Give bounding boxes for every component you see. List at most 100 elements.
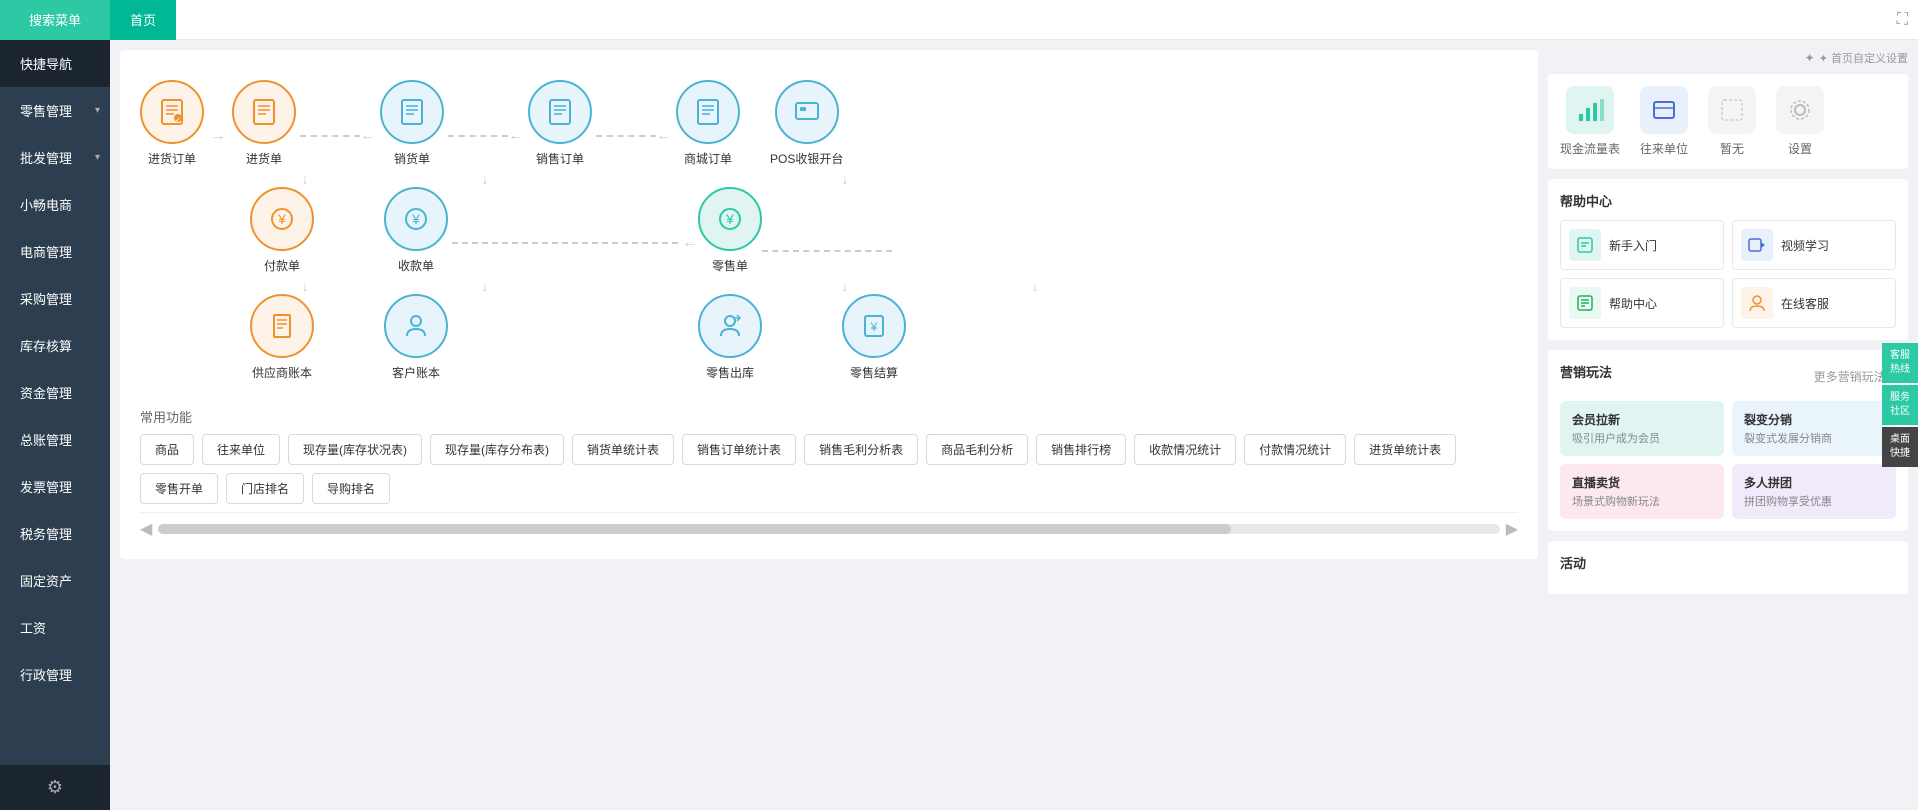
func-btn-goods[interactable]: 商品 xyxy=(140,434,194,465)
sidebar-settings-button[interactable]: ⚙ xyxy=(0,765,110,810)
func-btn-sales-stats[interactable]: 销货单统计表 xyxy=(572,434,674,465)
sidebar-item-quicknav[interactable]: 快捷导航 xyxy=(0,40,110,87)
node-retail[interactable]: ¥ 零售单 xyxy=(698,187,762,274)
quick-icon-cashflow[interactable]: 现金流量表 xyxy=(1560,86,1620,157)
activity-card: 活动 xyxy=(1548,541,1908,594)
marketing-item-fission[interactable]: 裂变分销 裂变式发展分销商 xyxy=(1732,401,1896,456)
sidebar-label-payroll: 工资 xyxy=(20,618,46,637)
sidebar-item-tax[interactable]: 税务管理 xyxy=(0,510,110,557)
marketing-desc-live: 场景式购物新玩法 xyxy=(1572,493,1712,509)
func-btn-store-rank[interactable]: 门店排名 xyxy=(226,473,304,504)
node-purchase-order[interactable]: ✓ 进货订单 xyxy=(140,80,204,167)
marketing-desc-groupbuy: 拼团购物享受优惠 xyxy=(1744,493,1884,509)
scroll-right-btn[interactable]: ▶ xyxy=(1506,519,1518,539)
quick-icon-settings[interactable]: 设置 xyxy=(1776,86,1824,157)
node-circle-mall-order xyxy=(676,80,740,144)
node-stock-in[interactable]: 进货单 xyxy=(232,80,296,167)
node-payment[interactable]: ¥ 付款单 xyxy=(250,187,314,274)
node-supplier-ledger[interactable]: 供应商账本 xyxy=(250,294,314,381)
quick-icon-label-partners: 往来单位 xyxy=(1640,140,1688,157)
func-btn-stock-dist[interactable]: 现存量(库存分布表) xyxy=(430,434,564,465)
quick-icon-partners[interactable]: 往来单位 xyxy=(1640,86,1688,157)
help-icon-helpcenter xyxy=(1569,287,1601,319)
scroll-bar: ◀ ▶ xyxy=(140,512,1518,539)
marketing-item-live[interactable]: 直播卖货 场景式购物新玩法 xyxy=(1560,464,1724,519)
quick-icon-none[interactable]: 暂无 xyxy=(1708,86,1756,157)
customize-header[interactable]: ✦ ✦ 首页自定义设置 xyxy=(1548,50,1908,66)
node-mall-order[interactable]: 商城订单 xyxy=(676,80,740,167)
quick-icon-label-none: 暂无 xyxy=(1720,140,1744,157)
node-circle-retail-settlement: ¥ xyxy=(842,294,906,358)
node-retail-settlement[interactable]: ¥ 零售结算 xyxy=(842,294,906,381)
func-btn-receipt-stats[interactable]: 收款情况统计 xyxy=(1134,434,1236,465)
marketing-title: 营销玩法 xyxy=(1560,362,1612,381)
func-btn-payment-stats[interactable]: 付款情况统计 xyxy=(1244,434,1346,465)
sidebar-item-purchase[interactable]: 采购管理 xyxy=(0,275,110,322)
node-sales[interactable]: 销货单 xyxy=(380,80,444,167)
help-label-onlineservice: 在线客服 xyxy=(1781,295,1829,312)
sidebar-item-admin[interactable]: 行政管理 xyxy=(0,651,110,698)
node-receipt[interactable]: ¥ 收款单 xyxy=(384,187,448,274)
func-btn-partners[interactable]: 往来单位 xyxy=(202,434,280,465)
float-btn-desktop[interactable]: 桌面快捷 xyxy=(1882,427,1918,467)
node-circle-payment: ¥ xyxy=(250,187,314,251)
node-circle-retail-outbound xyxy=(698,294,762,358)
sidebar-item-retail[interactable]: 零售管理 ▾ xyxy=(0,87,110,134)
node-label-retail: 零售单 xyxy=(712,257,748,274)
help-item-onlineservice[interactable]: 在线客服 xyxy=(1732,278,1896,328)
func-btn-order-stats[interactable]: 销售订单统计表 xyxy=(682,434,796,465)
marketing-title-member: 会员拉新 xyxy=(1572,411,1712,428)
func-btn-retail-order[interactable]: 零售开单 xyxy=(140,473,218,504)
node-pos[interactable]: POS收银开台 xyxy=(770,80,843,167)
sidebar-bottom: ⚙ xyxy=(0,765,110,810)
func-btn-sales-rank[interactable]: 销售排行榜 xyxy=(1036,434,1126,465)
arrow-icon-wholesale: ▾ xyxy=(95,152,100,163)
sidebar-item-inventory[interactable]: 库存核算 xyxy=(0,322,110,369)
float-btn-service[interactable]: 客服热线 xyxy=(1882,343,1918,383)
func-btn-guide-rank[interactable]: 导购排名 xyxy=(312,473,390,504)
node-sales-order[interactable]: 销售订单 xyxy=(528,80,592,167)
scroll-track[interactable] xyxy=(158,524,1499,534)
sidebar-item-xiaochang[interactable]: 小畅电商 xyxy=(0,181,110,228)
quick-icon-label-settings: 设置 xyxy=(1788,140,1812,157)
func-btn-gross-margin[interactable]: 销售毛利分析表 xyxy=(804,434,918,465)
help-item-helpcenter[interactable]: 帮助中心 xyxy=(1560,278,1724,328)
marketing-item-member[interactable]: 会员拉新 吸引用户成为会员 xyxy=(1560,401,1724,456)
sidebar-item-finance[interactable]: 资金管理 xyxy=(0,369,110,416)
sidebar-label-invoice: 发票管理 xyxy=(20,477,72,496)
sidebar-item-wholesale[interactable]: 批发管理 ▾ xyxy=(0,134,110,181)
sidebar-item-ecommerce[interactable]: 电商管理 xyxy=(0,228,110,275)
sidebar-item-invoice[interactable]: 发票管理 xyxy=(0,463,110,510)
node-customer-ledger[interactable]: 客户账本 xyxy=(384,294,448,381)
sidebar-label-wholesale: 批发管理 xyxy=(20,148,72,167)
marketing-item-groupbuy[interactable]: 多人拼团 拼团购物享受优惠 xyxy=(1732,464,1896,519)
sidebar-item-ledger[interactable]: 总账管理 xyxy=(0,416,110,463)
scroll-left-btn[interactable]: ◀ xyxy=(140,519,152,539)
tab-home[interactable]: 首页 xyxy=(110,0,176,40)
float-btn-community[interactable]: 服务社区 xyxy=(1882,385,1918,425)
node-circle-sales-order xyxy=(528,80,592,144)
help-label-video: 视频学习 xyxy=(1781,237,1829,254)
node-circle-receipt: ¥ xyxy=(384,187,448,251)
help-label-helpcenter: 帮助中心 xyxy=(1609,295,1657,312)
search-menu-button[interactable]: 搜索菜单 xyxy=(0,0,110,40)
sidebar-item-payroll[interactable]: 工资 xyxy=(0,604,110,651)
func-btn-product-margin[interactable]: 商品毛利分析 xyxy=(926,434,1028,465)
help-icon-beginner xyxy=(1569,229,1601,261)
sidebar-label-ecommerce: 电商管理 xyxy=(20,242,72,261)
expand-button[interactable]: ⛶ xyxy=(1897,11,1918,29)
node-label-purchase-order: 进货订单 xyxy=(148,150,196,167)
node-label-stock-in: 进货单 xyxy=(246,150,282,167)
help-item-beginner[interactable]: 新手入门 xyxy=(1560,220,1724,270)
func-btn-purchase-stats[interactable]: 进货单统计表 xyxy=(1354,434,1456,465)
quick-icons-row: 现金流量表 往来单位 暂无 xyxy=(1548,74,1908,169)
sidebar-label-ledger: 总账管理 xyxy=(20,430,72,449)
node-circle-sales xyxy=(380,80,444,144)
help-item-video[interactable]: 视频学习 xyxy=(1732,220,1896,270)
sidebar-label-quicknav: 快捷导航 xyxy=(20,54,72,73)
func-btn-stock-status[interactable]: 现存量(库存状况表) xyxy=(288,434,422,465)
svg-text:¥: ¥ xyxy=(870,320,878,334)
arrow-purchase-to-stock: → xyxy=(210,127,226,167)
sidebar-item-assets[interactable]: 固定资产 xyxy=(0,557,110,604)
node-retail-outbound[interactable]: 零售出库 xyxy=(698,294,762,381)
